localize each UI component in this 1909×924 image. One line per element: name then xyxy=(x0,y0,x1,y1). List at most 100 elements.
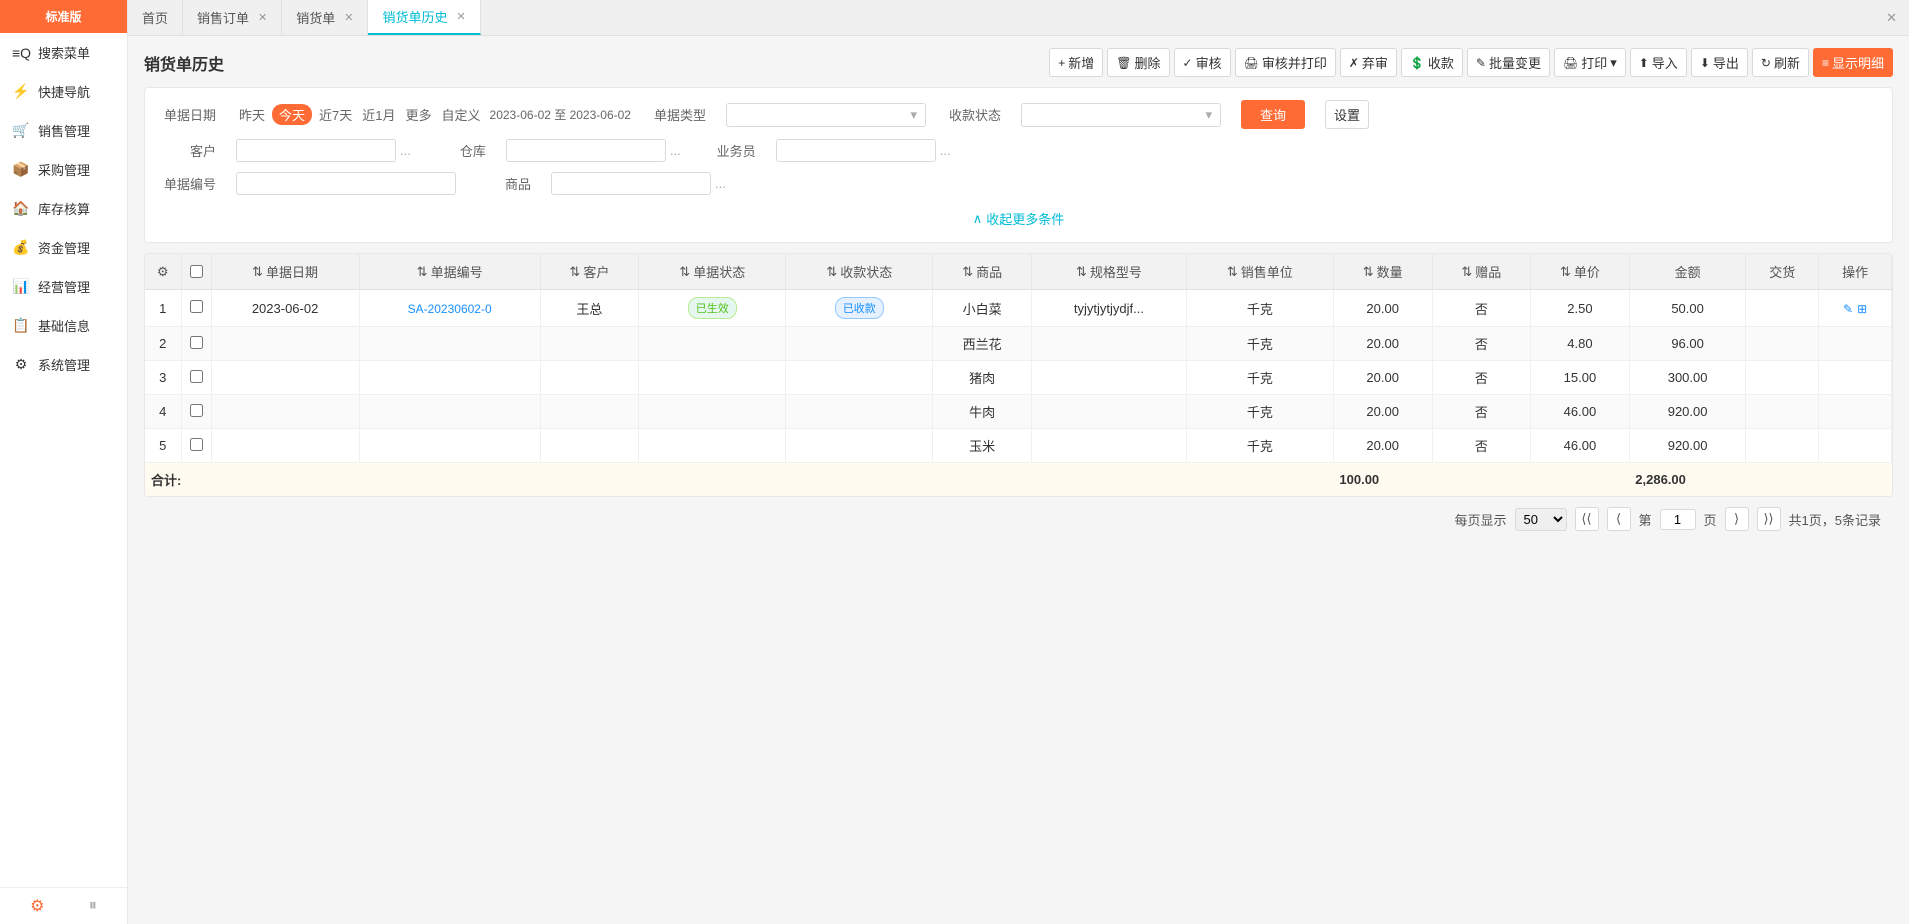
import-button[interactable]: ⬆ 导入 xyxy=(1630,48,1687,77)
row-unit: 千克 xyxy=(1186,429,1333,463)
row-checkbox[interactable] xyxy=(181,290,211,327)
customer-dots[interactable]: ... xyxy=(400,143,411,158)
tab-sales-delivery[interactable]: 销货单 ✕ xyxy=(282,0,368,35)
row-no: 4 xyxy=(145,395,181,429)
th-gift[interactable]: ⇅赠品 xyxy=(1432,254,1531,290)
th-pay-status[interactable]: ⇅收款状态 xyxy=(786,254,933,290)
shortcut-yesterday[interactable]: 昨天 xyxy=(236,104,268,125)
audit-print-button[interactable]: 🖨 审核并打印 xyxy=(1235,48,1336,77)
batch-change-button[interactable]: ✎ 批量变更 xyxy=(1467,48,1550,77)
query-button[interactable]: 查询 xyxy=(1241,100,1305,129)
goods-input[interactable] xyxy=(551,172,711,195)
doc-no-input[interactable] xyxy=(236,172,456,195)
row-checkbox[interactable] xyxy=(181,395,211,429)
sidebar-item-label: 系统管理 xyxy=(38,355,90,374)
sidebar-collapse-icon[interactable]: ⏸ xyxy=(89,897,97,915)
settings-button[interactable]: 设置 xyxy=(1325,100,1369,129)
warehouse-dots[interactable]: ... xyxy=(670,143,681,158)
row-no: 2 xyxy=(145,327,181,361)
row-checkbox[interactable] xyxy=(181,327,211,361)
show-detail-button[interactable]: ≡ 显示明细 xyxy=(1813,48,1893,77)
row-checkbox[interactable] xyxy=(181,361,211,395)
sidebar-settings-icon[interactable]: ⚙ xyxy=(30,896,44,916)
row-doc-no[interactable] xyxy=(359,429,540,463)
goods-dots[interactable]: ... xyxy=(715,176,726,191)
collect-status-dropdown-icon: ▾ xyxy=(1205,107,1212,123)
tab-close-sales-delivery[interactable]: ✕ xyxy=(344,11,353,24)
first-page-button[interactable]: ⟨⟨ xyxy=(1575,507,1599,531)
th-customer[interactable]: ⇅客户 xyxy=(540,254,639,290)
row-pay-status: 已收款 xyxy=(786,290,933,327)
sidebar-item-inventory[interactable]: 🏠 库存核算 xyxy=(0,189,127,228)
last-page-button[interactable]: ⟩⟩ xyxy=(1757,507,1781,531)
sidebar-item-sales-mgmt[interactable]: 🛒 销售管理 xyxy=(0,111,127,150)
tab-bar-close-all[interactable]: ✕ xyxy=(1874,10,1909,26)
date-control: 昨天 今天 近7天 近1月 更多 自定义 2023-06-02 至 2023-0… xyxy=(236,104,631,125)
staff-input[interactable] xyxy=(776,139,936,162)
row-action: ✎⊞ xyxy=(1819,290,1892,327)
th-doc-no[interactable]: ⇅单据编号 xyxy=(359,254,540,290)
staff-dots[interactable]: ... xyxy=(940,143,951,158)
shortcut-more[interactable]: 更多 xyxy=(403,104,435,125)
collect-button[interactable]: 💲 收款 xyxy=(1401,48,1463,77)
next-page-button[interactable]: ⟩ xyxy=(1725,507,1749,531)
th-date[interactable]: ⇅单据日期 xyxy=(211,254,359,290)
th-checkbox[interactable] xyxy=(181,254,211,290)
row-doc-status: 已生效 xyxy=(639,290,786,327)
row-doc-no[interactable] xyxy=(359,361,540,395)
row-price: 46.00 xyxy=(1531,429,1630,463)
doc-type-select[interactable]: ▾ xyxy=(726,103,926,127)
th-spec[interactable]: ⇅规格型号 xyxy=(1031,254,1186,290)
row-date xyxy=(211,395,359,429)
row-doc-no[interactable] xyxy=(359,327,540,361)
sidebar-item-quick-nav[interactable]: ⚡ 快捷导航 xyxy=(0,72,127,111)
collapse-row[interactable]: ∧ 收起更多条件 xyxy=(161,205,1876,230)
sidebar-item-purchase-mgmt[interactable]: 📦 采购管理 xyxy=(0,150,127,189)
row-checkbox[interactable] xyxy=(181,429,211,463)
warehouse-input[interactable] xyxy=(506,139,666,162)
row-gift: 否 xyxy=(1432,395,1531,429)
sidebar-item-search-menu[interactable]: ≡Q 搜索菜单 xyxy=(0,33,127,72)
shortcut-7days[interactable]: 近7天 xyxy=(316,104,355,125)
row-doc-no[interactable]: SA-20230602-0 xyxy=(359,290,540,327)
row-doc-no[interactable] xyxy=(359,395,540,429)
page-number-input[interactable] xyxy=(1660,509,1696,530)
new-button[interactable]: + 新增 xyxy=(1049,48,1103,77)
shortcut-1month[interactable]: 近1月 xyxy=(359,104,398,125)
sidebar: 标准版 ≡Q 搜索菜单 ⚡ 快捷导航 🛒 销售管理 📦 采购管理 🏠 库存核算 … xyxy=(0,0,128,924)
tab-sales-order[interactable]: 销售订单 ✕ xyxy=(183,0,282,35)
refresh-button[interactable]: ↻ 刷新 xyxy=(1752,48,1809,77)
tab-home[interactable]: 首页 xyxy=(128,0,183,35)
th-qty[interactable]: ⇅数量 xyxy=(1333,254,1432,290)
customer-input[interactable] xyxy=(236,139,396,162)
th-price[interactable]: ⇅单价 xyxy=(1531,254,1630,290)
th-settings[interactable]: ⚙ xyxy=(145,254,181,290)
customer-control: ... xyxy=(236,139,411,162)
sidebar-item-finance-mgmt[interactable]: 💰 资金管理 xyxy=(0,228,127,267)
print-button[interactable]: 🖨 打印 ▾ xyxy=(1554,48,1626,77)
audit-button[interactable]: ✓ 审核 xyxy=(1174,48,1231,77)
th-unit[interactable]: ⇅销售单位 xyxy=(1186,254,1333,290)
th-doc-status[interactable]: ⇅单据状态 xyxy=(639,254,786,290)
tab-close-sales-order[interactable]: ✕ xyxy=(258,11,267,24)
collapse-label: 收起更多条件 xyxy=(986,209,1064,228)
row-price: 2.50 xyxy=(1531,290,1630,327)
sidebar-item-ops-mgmt[interactable]: 📊 经营管理 xyxy=(0,267,127,306)
page-size-select[interactable]: 50 100 200 xyxy=(1515,508,1567,531)
sidebar-item-sys-mgmt[interactable]: ⚙ 系统管理 xyxy=(0,345,127,384)
delete-button[interactable]: 🗑 删除 xyxy=(1107,48,1169,77)
tab-close-sales-history[interactable]: ✕ xyxy=(457,10,466,23)
abandon-button[interactable]: ✗ 弃审 xyxy=(1340,48,1397,77)
row-unit: 千克 xyxy=(1186,395,1333,429)
sort-icon: ⇅ xyxy=(1076,264,1087,280)
collect-status-select[interactable]: ▾ xyxy=(1021,103,1221,127)
row-gift: 否 xyxy=(1432,290,1531,327)
shortcut-custom[interactable]: 自定义 xyxy=(439,104,484,125)
sidebar-item-base-info[interactable]: 📋 基础信息 xyxy=(0,306,127,345)
tab-sales-history[interactable]: 销货单历史 ✕ xyxy=(368,0,480,35)
export-button[interactable]: ⬇ 导出 xyxy=(1691,48,1748,77)
prev-page-button[interactable]: ⟨ xyxy=(1607,507,1631,531)
th-goods[interactable]: ⇅商品 xyxy=(933,254,1032,290)
shortcut-today[interactable]: 今天 xyxy=(272,104,312,125)
select-all-checkbox[interactable] xyxy=(190,265,203,278)
